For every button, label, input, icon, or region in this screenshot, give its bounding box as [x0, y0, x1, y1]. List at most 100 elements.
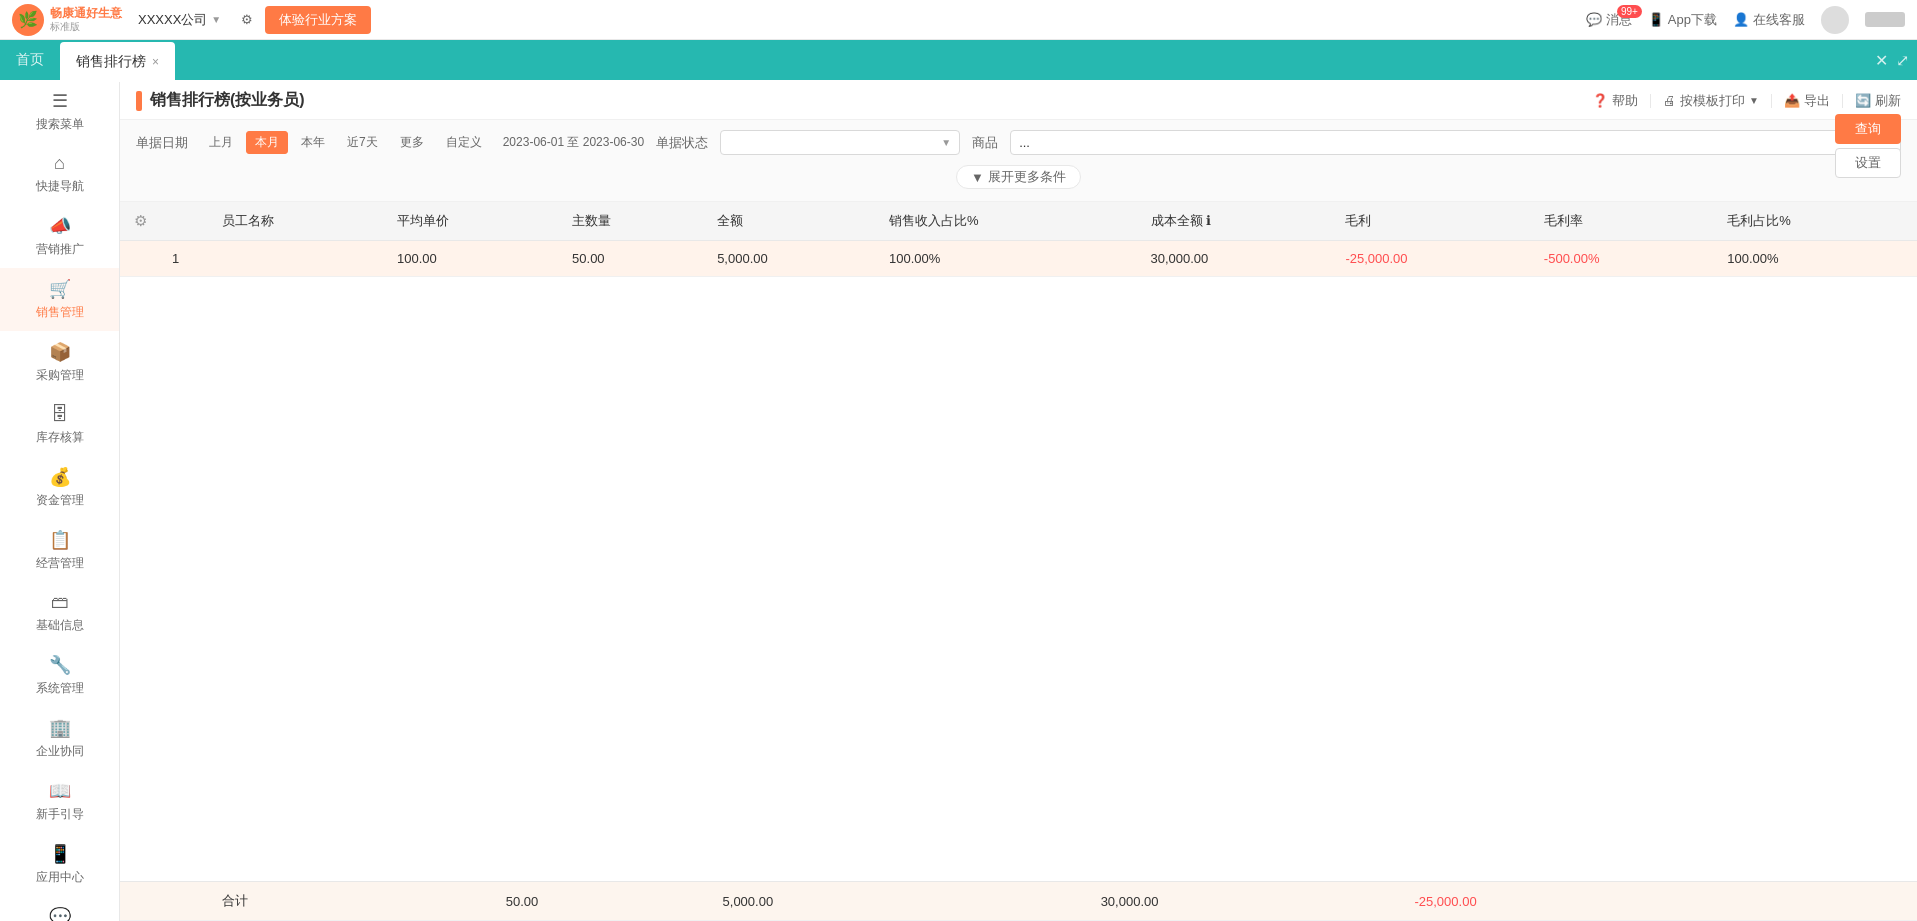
export-button[interactable]: 📤 导出 — [1784, 92, 1830, 110]
col-avg-price: 平均单价 — [385, 202, 560, 241]
col-cost-amount: 成本全额 ℹ — [1139, 202, 1334, 241]
tab-bar: 首页 销售排行榜 × ✕ ⤢ — [0, 40, 1917, 80]
col-gross-margin: 毛利率 — [1532, 202, 1715, 241]
query-button[interactable]: 查询 — [1835, 114, 1901, 144]
service-icon: 👤 — [1733, 12, 1749, 27]
col-settings[interactable]: ⚙ — [120, 202, 160, 241]
rankings-table: ⚙ 员工名称 平均单价 主数量 全额 销售收入占比% 成本全额 ℹ 毛利 — [120, 202, 1917, 277]
table-footer: 合计 50.00 5,000.00 30,000.00 -25,000.00 — [120, 881, 1917, 921]
row-settings — [120, 241, 160, 277]
try-industry-button[interactable]: 体验行业方案 — [265, 6, 371, 34]
template-print-button[interactable]: 🖨 按模板打印 ▼ — [1663, 92, 1759, 110]
top-right-actions: 💬 消息 99+ 📱 App下载 👤 在线客服 — [1586, 6, 1905, 34]
guide-icon: 📖 — [49, 780, 71, 802]
expand-button[interactable]: ▼ 展开更多条件 — [956, 165, 1081, 189]
basic-info-icon: 🗃 — [51, 592, 69, 613]
footer-settings-cell — [120, 882, 160, 921]
sidebar-item-purchase[interactable]: 📦 采购管理 — [0, 331, 119, 394]
message-button[interactable]: 💬 消息 99+ — [1586, 11, 1632, 29]
sidebar-item-marketing[interactable]: 📣 营销推广 — [0, 205, 119, 268]
status-label: 单据状态 — [656, 134, 708, 152]
sidebar-item-search[interactable]: ☰ 搜索菜单 — [0, 80, 119, 143]
footer-table: 合计 50.00 5,000.00 30,000.00 -25,000.00 — [120, 882, 1917, 921]
inventory-icon: 🗄 — [51, 404, 69, 425]
cell-avg-price: 100.00 — [385, 241, 560, 277]
sidebar-item-sales[interactable]: 🛒 销售管理 — [0, 268, 119, 331]
avatar[interactable] — [1821, 6, 1849, 34]
user-name — [1865, 12, 1905, 27]
sidebar-item-inventory[interactable]: 🗄 库存核算 — [0, 394, 119, 456]
goods-label: 商品 — [972, 134, 998, 152]
operations-icon: 📋 — [49, 529, 71, 551]
col-name: 员工名称 — [210, 202, 385, 241]
tab-close-icon[interactable]: × — [152, 55, 159, 69]
status-placeholder — [729, 135, 733, 150]
cell-gross-margin: -500.00% — [1532, 241, 1715, 277]
main-layout: ☰ 搜索菜单 ⌂ 快捷导航 📣 营销推广 🛒 销售管理 📦 采购管理 🗄 库存核… — [0, 80, 1917, 921]
sidebar-item-enterprise[interactable]: 🏢 企业协同 — [0, 707, 119, 770]
date-tab-custom[interactable]: 自定义 — [437, 131, 491, 154]
date-tab-more[interactable]: 更多 — [391, 131, 433, 154]
settings-icon[interactable]: ⚙ — [237, 8, 257, 31]
cell-rank: 1 — [160, 241, 210, 277]
cell-name — [210, 241, 385, 277]
app-download-button[interactable]: 📱 App下载 — [1648, 11, 1717, 29]
chevron-down-icon: ▼ — [1749, 95, 1759, 106]
refresh-button[interactable]: 🔄 刷新 — [1855, 92, 1901, 110]
sidebar-item-finance[interactable]: 💰 资金管理 — [0, 456, 119, 519]
date-label: 单据日期 — [136, 134, 188, 152]
col-rank — [160, 202, 210, 241]
tab-sales-ranking[interactable]: 销售排行榜 × — [60, 42, 175, 82]
online-service-button[interactable]: 👤 在线客服 — [1733, 11, 1805, 29]
status-select[interactable]: ▼ — [720, 130, 960, 155]
marketing-icon: 📣 — [49, 215, 71, 237]
help-button[interactable]: ❓ 帮助 — [1592, 92, 1638, 110]
window-close-icon[interactable]: ✕ — [1875, 51, 1888, 70]
tab-home[interactable]: 首页 — [0, 40, 60, 80]
date-tab-last-month[interactable]: 上月 — [200, 131, 242, 154]
sidebar-item-app-center[interactable]: 📱 应用中心 — [0, 833, 119, 896]
divider — [1650, 94, 1651, 108]
logo-icon: 🌿 — [12, 4, 44, 36]
col-sales-ratio: 销售收入占比% — [877, 202, 1139, 241]
goods-placeholder: ... — [1019, 135, 1030, 150]
finance-icon: 💰 — [49, 466, 71, 488]
sidebar-item-operations[interactable]: 📋 经营管理 — [0, 519, 119, 582]
date-tab-current-year[interactable]: 本年 — [292, 131, 334, 154]
sidebar-item-system[interactable]: 🔧 系统管理 — [0, 644, 119, 707]
page-actions: ❓ 帮助 🖨 按模板打印 ▼ 📤 导出 — [1592, 92, 1901, 110]
footer-sales-ratio-empty — [997, 882, 1089, 921]
col-gross-profit: 毛利 — [1333, 202, 1531, 241]
refresh-icon: 🔄 — [1855, 93, 1871, 108]
cell-amount: 5,000.00 — [705, 241, 877, 277]
cell-gross-profit: -25,000.00 — [1333, 241, 1531, 277]
filter-row-1: 单据日期 上月 本月 本年 近7天 更多 自定义 2023-06-01 至 20… — [136, 130, 1901, 155]
company-selector[interactable]: XXXXX公司 ▼ — [130, 7, 229, 33]
cell-gross-ratio: 100.00% — [1715, 241, 1917, 277]
footer-gross-profit: -25,000.00 — [1402, 882, 1732, 921]
col-amount: 全额 — [705, 202, 877, 241]
col-quantity: 主数量 — [560, 202, 705, 241]
tab-bar-right: ✕ ⤢ — [1875, 51, 1917, 70]
title-accent — [136, 91, 142, 111]
top-bar: 🌿 畅康通好生意 标准版 XXXXX公司 ▼ ⚙ 体验行业方案 💬 消息 99+… — [0, 0, 1917, 40]
table-settings-button[interactable]: 设置 — [1835, 148, 1901, 178]
date-tab-current-month[interactable]: 本月 — [246, 131, 288, 154]
goods-select[interactable]: ... — [1010, 130, 1901, 155]
filter-action-buttons: 查询 设置 — [1835, 114, 1901, 178]
date-range-text: 2023-06-01 至 2023-06-30 — [503, 134, 644, 151]
enterprise-icon: 🏢 — [49, 717, 71, 739]
sidebar-item-guide[interactable]: 📖 新手引导 — [0, 770, 119, 833]
sidebar-item-wechat[interactable]: 💬 企业微信 — [0, 896, 119, 921]
divider3 — [1842, 94, 1843, 108]
logo[interactable]: 🌿 畅康通好生意 标准版 — [12, 4, 122, 36]
footer-label: 合计 — [210, 882, 402, 921]
page-title: 销售排行榜(按业务员) — [150, 90, 305, 111]
purchase-icon: 📦 — [49, 341, 71, 363]
window-maximize-icon[interactable]: ⤢ — [1896, 51, 1909, 70]
table-row: 1 100.00 50.00 5,000.00 100.00% 30,000.0… — [120, 241, 1917, 277]
table-wrapper: ⚙ 员工名称 平均单价 主数量 全额 销售收入占比% 成本全额 ℹ 毛利 — [120, 202, 1917, 881]
sidebar-item-quick-nav[interactable]: ⌂ 快捷导航 — [0, 143, 119, 205]
sidebar-item-basic-info[interactable]: 🗃 基础信息 — [0, 582, 119, 644]
date-tab-last-7-days[interactable]: 近7天 — [338, 131, 387, 154]
